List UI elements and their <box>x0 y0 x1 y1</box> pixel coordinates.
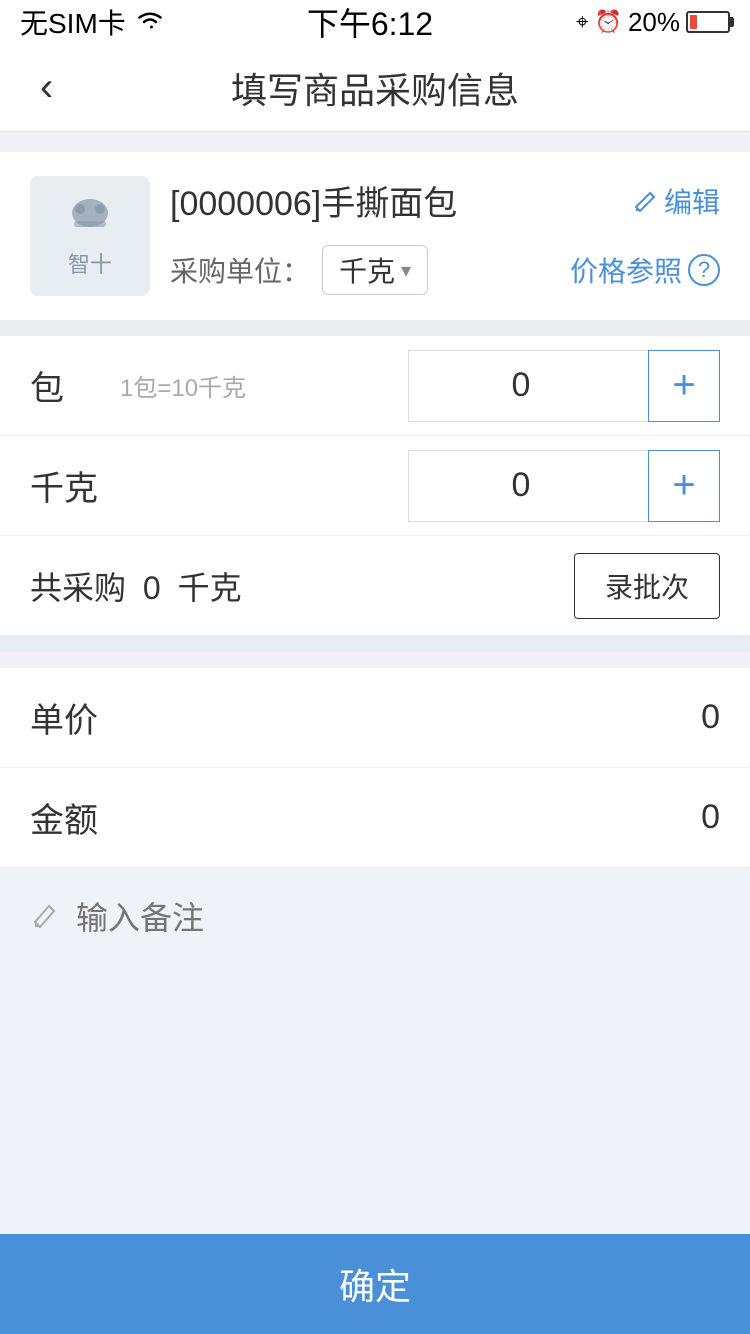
alarm-icon: ⏰ <box>595 9 622 35</box>
bag-row: 包 1包=10千克 + <box>0 336 750 436</box>
remark-section <box>0 868 750 968</box>
unit-selector[interactable]: 千克 ▾ <box>322 245 428 295</box>
kg-label: 千克 <box>30 461 110 510</box>
product-info: [0000006]手撕面包 编辑 采购单位： 千克 ▾ 价格参照 <box>170 176 720 295</box>
total-label: 共采购 <box>30 570 126 606</box>
kg-row: 千克 + <box>0 436 750 536</box>
kg-input[interactable] <box>408 450 648 522</box>
total-unit: 千克 <box>178 570 242 606</box>
price-ref-icon: ? <box>688 254 720 286</box>
amount-row: 金额 0 <box>0 768 750 868</box>
unit-price-row: 单价 0 <box>0 668 750 768</box>
product-image: 智十 <box>30 176 150 296</box>
carrier-text: 无SIM卡 <box>20 2 126 42</box>
kg-plus-button[interactable]: + <box>648 450 720 522</box>
price-info-section: 单价 0 金额 0 <box>0 668 750 868</box>
edit-label: 编辑 <box>664 181 720 221</box>
confirm-button[interactable]: 确定 <box>0 1234 750 1334</box>
amount-label: 金额 <box>30 793 98 842</box>
battery-icon <box>686 11 730 33</box>
purchase-unit: 采购单位： 千克 ▾ <box>170 245 428 295</box>
pencil-icon <box>30 898 62 938</box>
total-text: 共采购 0 千克 <box>30 563 242 609</box>
divider-1 <box>0 320 750 336</box>
status-bar: 无SIM卡 下午6:12 ⌖ ⏰ 20% <box>0 0 750 44</box>
bag-label: 包 <box>30 361 110 410</box>
content-body <box>0 968 750 1268</box>
wifi-icon <box>136 6 164 38</box>
product-card: 智十 [0000006]手撕面包 编辑 采购单位： 千克 ▾ <box>0 152 750 320</box>
price-ref-button[interactable]: 价格参照 ? <box>570 250 720 290</box>
bag-control: + <box>408 350 720 422</box>
status-left: 无SIM卡 <box>20 2 164 42</box>
divider-2 <box>0 636 750 652</box>
location-icon: ⌖ <box>576 9 588 35</box>
remark-input[interactable] <box>76 900 720 937</box>
quantity-section: 包 1包=10千克 + 千克 + <box>0 336 750 536</box>
battery-percent: 20% <box>628 7 680 38</box>
status-time: 下午6:12 <box>307 0 433 45</box>
total-row: 共采购 0 千克 录批次 <box>0 536 750 636</box>
price-ref-label: 价格参照 <box>570 250 682 290</box>
kg-control: + <box>408 450 720 522</box>
unit-value: 千克 <box>339 250 395 290</box>
bag-input[interactable] <box>408 350 648 422</box>
bag-sublabel: 1包=10千克 <box>120 368 408 403</box>
confirm-label: 确定 <box>339 1258 411 1310</box>
unit-price-value: 0 <box>701 698 720 737</box>
page-title: 填写商品采购信息 <box>231 62 519 114</box>
record-batch-button[interactable]: 录批次 <box>574 553 720 619</box>
back-button[interactable]: ‹ <box>30 55 63 120</box>
unit-arrow-icon: ▾ <box>401 258 411 283</box>
product-brand-text: 智十 <box>68 247 112 279</box>
unit-price-label: 单价 <box>30 693 98 742</box>
bag-plus-button[interactable]: + <box>648 350 720 422</box>
status-right: ⌖ ⏰ 20% <box>576 7 730 38</box>
total-value: 0 <box>143 570 161 606</box>
purchase-unit-label: 采购单位： <box>170 250 310 290</box>
product-name: [0000006]手撕面包 <box>170 176 457 225</box>
edit-button[interactable]: 编辑 <box>632 181 720 221</box>
amount-value: 0 <box>701 798 720 837</box>
nav-bar: ‹ 填写商品采购信息 <box>0 44 750 132</box>
